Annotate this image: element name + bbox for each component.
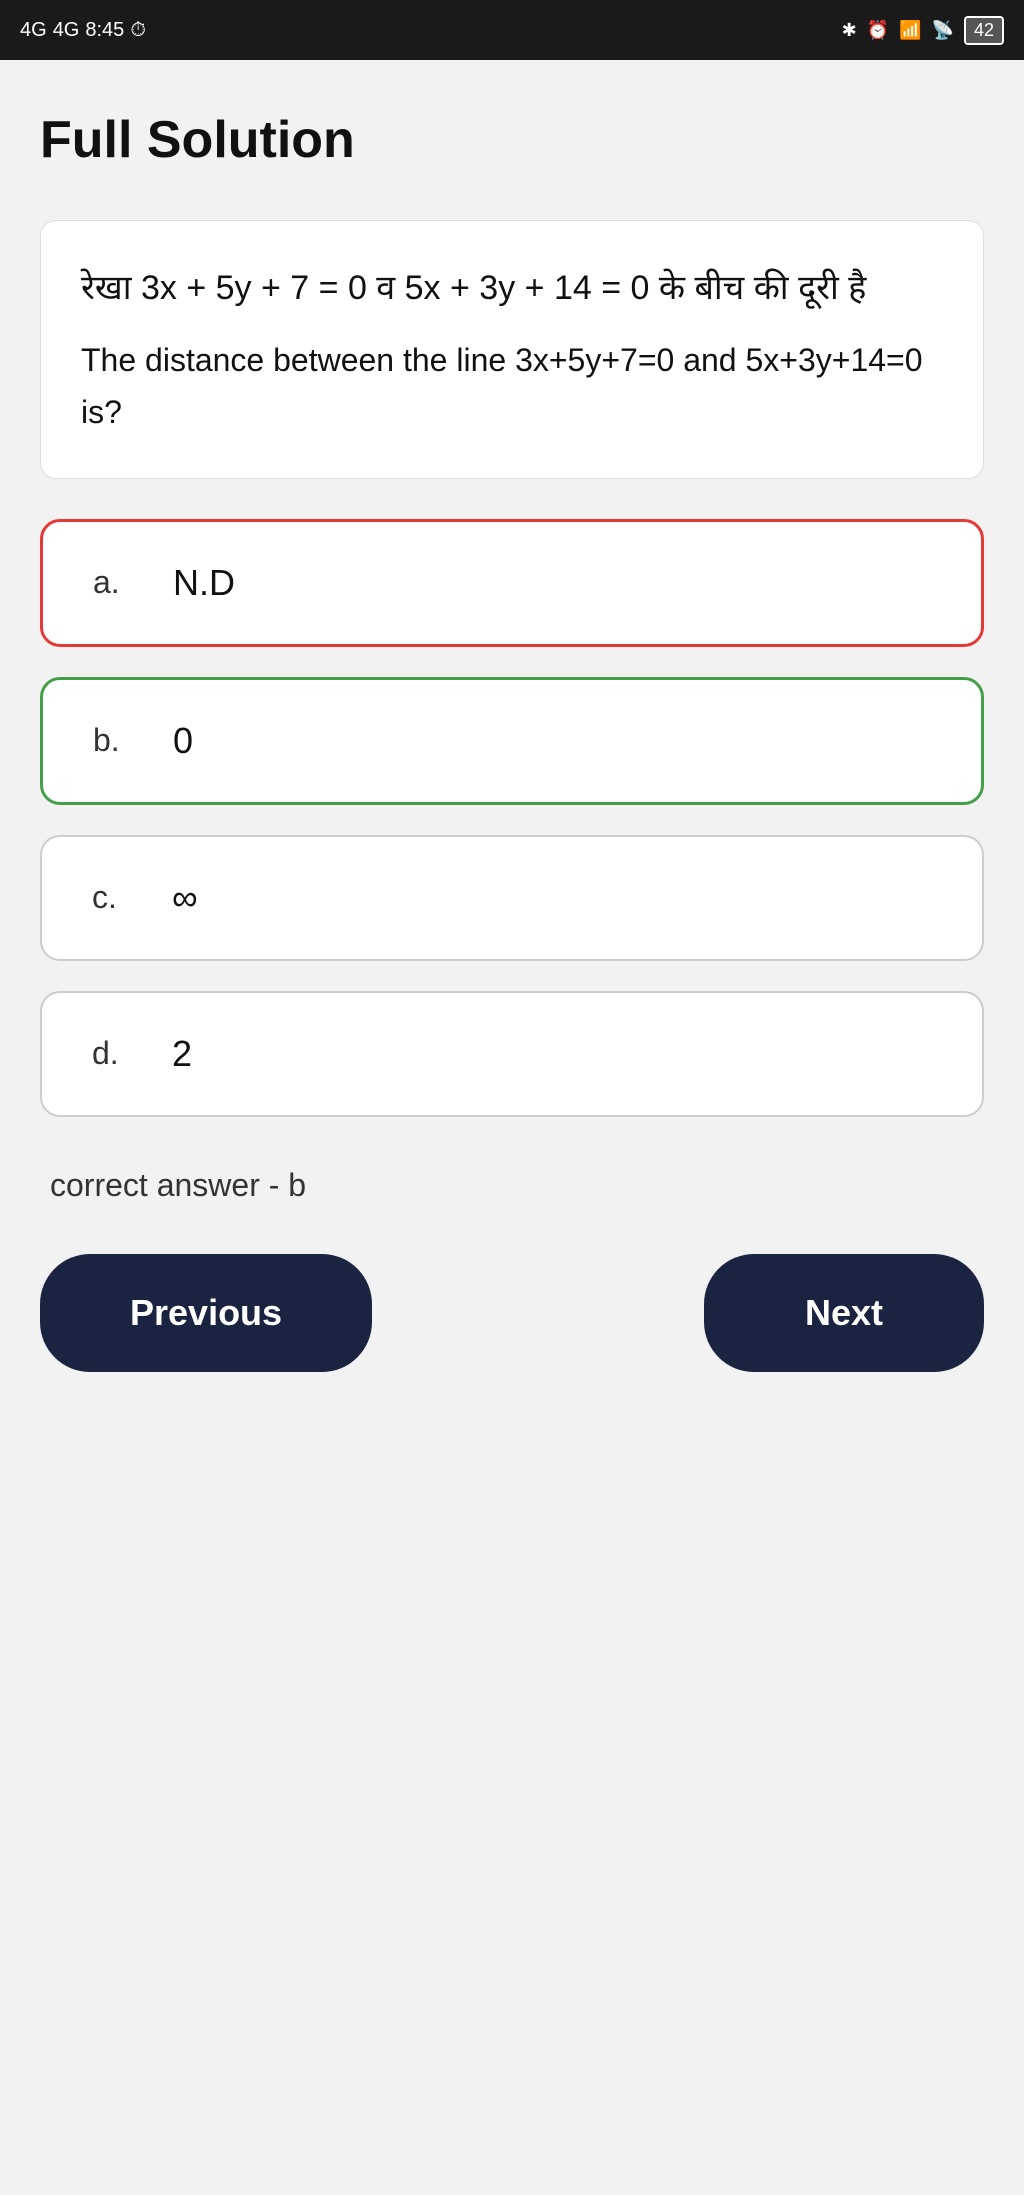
clock-icon: ⏱ xyxy=(130,19,146,42)
option-d-label: d. xyxy=(92,1035,142,1072)
option-a-value: N.D xyxy=(173,562,235,604)
question-card: रेखा 3x + 5y + 7 = 0 व 5x + 3y + 14 = 0 … xyxy=(40,220,984,479)
option-b[interactable]: b. 0 xyxy=(40,677,984,805)
question-english: The distance between the line 3x+5y+7=0 … xyxy=(81,335,943,437)
question-hindi: रेखा 3x + 5y + 7 = 0 व 5x + 3y + 14 = 0 … xyxy=(81,261,943,315)
bluetooth-icon: ✱ xyxy=(842,20,857,41)
signal-1: 4G xyxy=(20,19,47,42)
lte-icon: 📶 xyxy=(899,20,921,41)
alarm-icon: ⏰ xyxy=(867,20,889,41)
nav-buttons: Previous Next xyxy=(40,1254,984,1372)
clock-time: 8:45 xyxy=(85,19,124,42)
main-content: Full Solution रेखा 3x + 5y + 7 = 0 व 5x … xyxy=(0,60,1024,1512)
battery-level: 42 xyxy=(964,16,1004,45)
wifi-icon: 📡 xyxy=(932,20,954,41)
option-d-value: 2 xyxy=(172,1033,192,1075)
status-left: 4G 4G 8:45 ⏱ xyxy=(20,19,146,42)
status-right: ✱ ⏰ 📶 📡 42 xyxy=(842,16,1004,45)
option-a-label: a. xyxy=(93,564,143,601)
option-c-value: ∞ xyxy=(172,877,198,919)
bottom-area xyxy=(0,1512,1024,1812)
correct-answer-text: correct answer - b xyxy=(40,1167,984,1204)
page-title: Full Solution xyxy=(40,110,984,170)
option-a[interactable]: a. N.D xyxy=(40,519,984,647)
previous-button[interactable]: Previous xyxy=(40,1254,372,1372)
option-c-label: c. xyxy=(92,879,142,916)
signal-2: 4G xyxy=(53,19,80,42)
option-b-value: 0 xyxy=(173,720,193,762)
option-d[interactable]: d. 2 xyxy=(40,991,984,1117)
option-b-label: b. xyxy=(93,722,143,759)
option-c[interactable]: c. ∞ xyxy=(40,835,984,961)
options-container: a. N.D b. 0 c. ∞ d. 2 xyxy=(40,519,984,1117)
status-bar: 4G 4G 8:45 ⏱ ✱ ⏰ 📶 📡 42 xyxy=(0,0,1024,60)
next-button[interactable]: Next xyxy=(704,1254,984,1372)
